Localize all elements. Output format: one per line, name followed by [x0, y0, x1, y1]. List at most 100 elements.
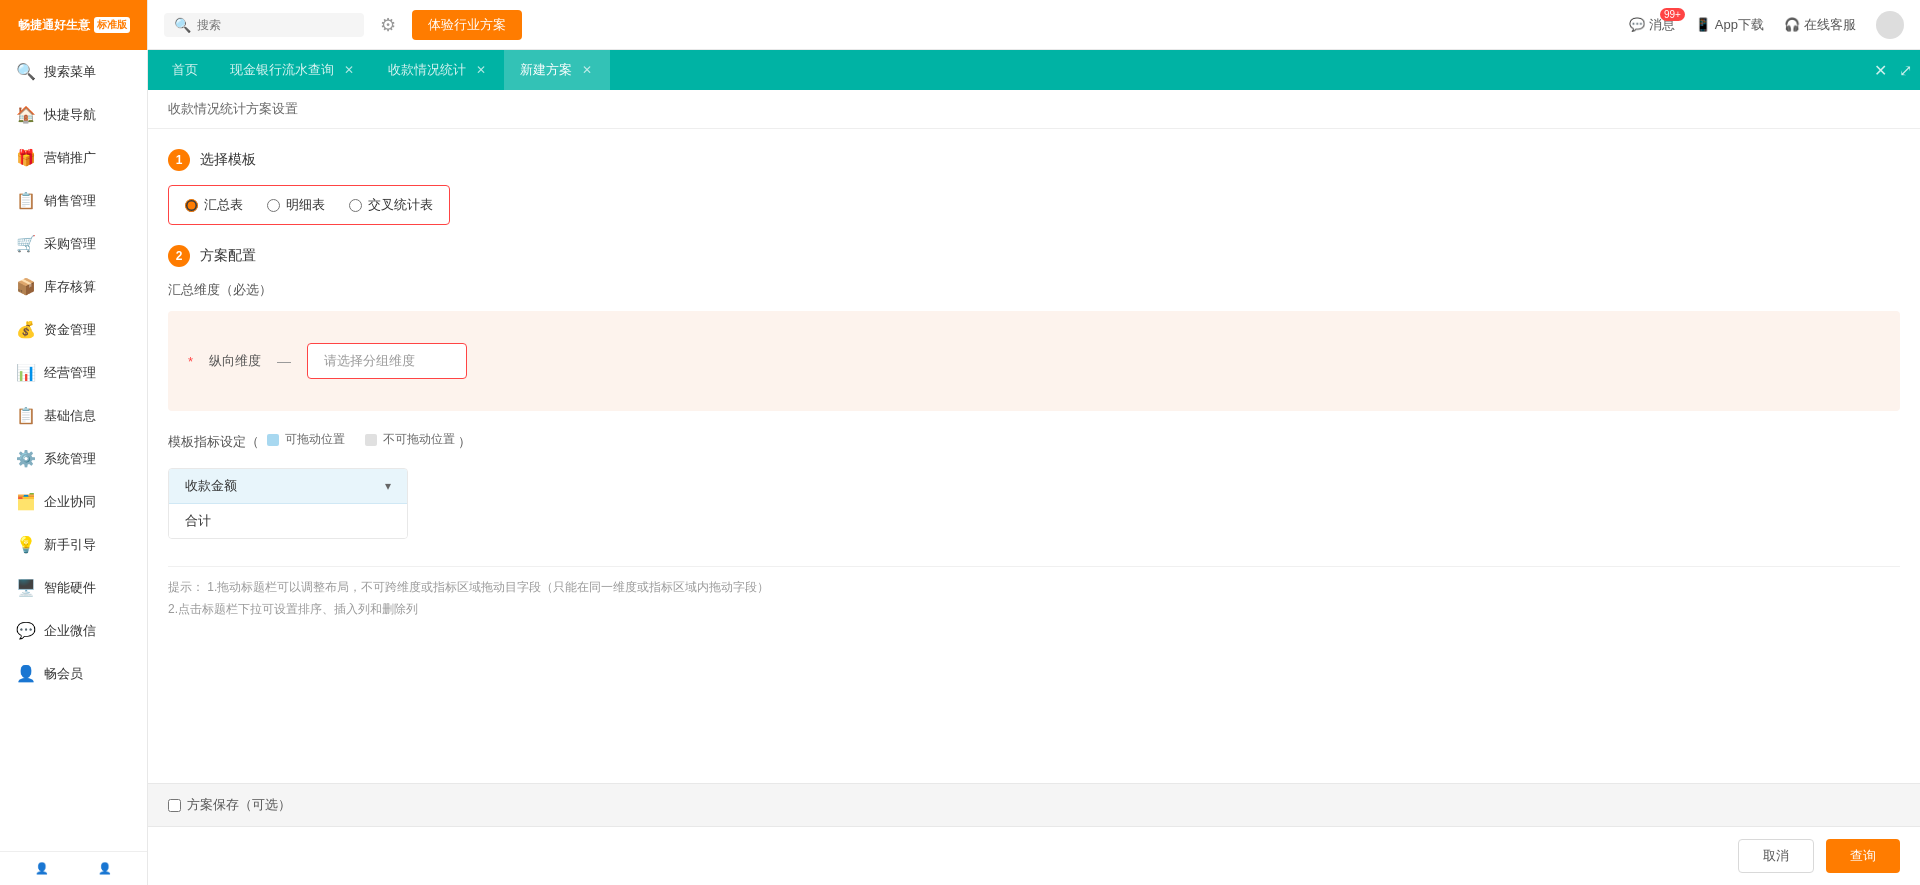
metrics-legend: 可拖动位置 不可拖动位置 — [267, 431, 455, 448]
metrics-header-row[interactable]: 收款金额 ▾ — [169, 469, 407, 504]
metrics-closing-paren: ） — [458, 434, 471, 449]
legend-fixed: 不可拖动位置 — [365, 431, 455, 448]
tab-cash-bank-label: 现金银行流水查询 — [230, 61, 334, 79]
step2-title: 方案配置 — [200, 247, 256, 265]
tab-home[interactable]: 首页 — [156, 50, 214, 90]
tips-section: 提示： 1.拖动标题栏可以调整布局，不可跨维度或指标区域拖动目字段（只能在同一维… — [168, 566, 1900, 630]
radio-summary[interactable]: 汇总表 — [185, 196, 243, 214]
sidebar-bottom: 👤 👤 — [0, 851, 147, 885]
tab-expand-icon[interactable]: ⤢ — [1899, 61, 1912, 80]
radio-summary-input[interactable] — [185, 199, 198, 212]
download-label: App下载 — [1715, 16, 1764, 34]
tab-new-plan-close[interactable]: ✕ — [580, 61, 594, 79]
save-checkbox[interactable] — [168, 799, 181, 812]
metrics-setting-title: 模板指标设定（ 可拖动位置 不可拖动位置 ） — [168, 431, 1900, 456]
sidebar-bottom-user2[interactable]: 👤 — [98, 862, 112, 875]
smart-hardware-icon: 🖥️ — [16, 578, 36, 597]
legend-draggable: 可拖动位置 — [267, 431, 345, 448]
sidebar-item-label: 销售管理 — [44, 192, 96, 210]
radio-detail[interactable]: 明细表 — [267, 196, 325, 214]
sidebar-item-label: 搜索菜单 — [44, 63, 96, 81]
sales-icon: 📋 — [16, 191, 36, 210]
tab-close-all-icon[interactable]: ✕ — [1874, 61, 1887, 80]
trial-btn[interactable]: 体验行业方案 — [412, 10, 522, 40]
sidebar-item-label: 基础信息 — [44, 407, 96, 425]
message-icon: 💬 — [1629, 17, 1645, 32]
tab-new-plan[interactable]: 新建方案 ✕ — [504, 50, 610, 90]
fixed-dot — [365, 434, 377, 446]
sidebar-item-wechat[interactable]: 💬 企业微信 — [0, 609, 147, 652]
radio-summary-label: 汇总表 — [204, 196, 243, 214]
sidebar-item-label: 企业协同 — [44, 493, 96, 511]
main-area: 🔍 ⚙ 体验行业方案 💬 消息 99+ 📱 App下载 🎧 在线客服 首页 — [148, 0, 1920, 885]
step1-number: 1 — [168, 149, 190, 171]
save-label-text: 方案保存（可选） — [187, 796, 291, 814]
search-box[interactable]: 🔍 — [164, 13, 364, 37]
step1-section: 1 选择模板 汇总表 明细表 交叉统计表 — [168, 149, 1900, 225]
radio-cross[interactable]: 交叉统计表 — [349, 196, 433, 214]
sidebar-item-enterprise-coop[interactable]: 🗂️ 企业协同 — [0, 480, 147, 523]
content-card: 1 选择模板 汇总表 明细表 交叉统计表 — [148, 129, 1920, 783]
avatar[interactable] — [1876, 11, 1904, 39]
service-icon-glyph: 🎧 — [1784, 17, 1800, 32]
footer-save: 方案保存（可选） — [148, 783, 1920, 826]
sidebar-bottom-user1[interactable]: 👤 — [35, 862, 49, 875]
logo-badge: 标准版 — [94, 17, 130, 33]
tips-line1: 提示： 1.拖动标题栏可以调整布局，不可跨维度或指标区域拖动目字段（只能在同一维… — [168, 577, 1900, 599]
message-button[interactable]: 💬 消息 99+ — [1629, 16, 1675, 34]
search-menu-icon: 🔍 — [16, 62, 36, 81]
sidebar-item-label: 企业微信 — [44, 622, 96, 640]
topbar-right: 💬 消息 99+ 📱 App下载 🎧 在线客服 — [1629, 11, 1904, 39]
sidebar-item-inventory[interactable]: 📦 库存核算 — [0, 265, 147, 308]
metrics-header-label: 收款金额 — [185, 477, 237, 495]
dim-select[interactable]: 请选择分组维度 — [307, 343, 467, 379]
save-checkbox-label[interactable]: 方案保存（可选） — [168, 796, 291, 814]
tab-cash-bank-close[interactable]: ✕ — [342, 61, 356, 79]
sidebar-item-label: 营销推广 — [44, 149, 96, 167]
sidebar-item-sales[interactable]: 📋 销售管理 — [0, 179, 147, 222]
tab-cash-bank[interactable]: 现金银行流水查询 ✕ — [214, 50, 372, 90]
sidebar-item-label: 资金管理 — [44, 321, 96, 339]
sidebar-item-purchase[interactable]: 🛒 采购管理 — [0, 222, 147, 265]
query-button[interactable]: 查询 — [1826, 839, 1900, 873]
content-area: 收款情况统计方案设置 1 选择模板 汇总表 明细表 — [148, 90, 1920, 885]
gear-icon[interactable]: ⚙ — [380, 14, 396, 36]
tab-home-label: 首页 — [172, 61, 198, 79]
sidebar-item-label: 系统管理 — [44, 450, 96, 468]
sidebar-item-label: 库存核算 — [44, 278, 96, 296]
operations-icon: 📊 — [16, 363, 36, 382]
arrow-icon: — — [277, 353, 291, 369]
chevron-down-icon[interactable]: ▾ — [385, 479, 391, 493]
service-button[interactable]: 🎧 在线客服 — [1784, 16, 1856, 34]
tips-line2: 2.点击标题栏下拉可设置排序、插入列和删除列 — [168, 599, 1900, 621]
sidebar-item-basic-info[interactable]: 📋 基础信息 — [0, 394, 147, 437]
basic-info-icon: 📋 — [16, 406, 36, 425]
sidebar-item-operations[interactable]: 📊 经营管理 — [0, 351, 147, 394]
metrics-total-row: 合计 — [169, 504, 407, 538]
download-button[interactable]: 📱 App下载 — [1695, 16, 1764, 34]
step1-title: 选择模板 — [200, 151, 256, 169]
sidebar-item-finance[interactable]: 💰 资金管理 — [0, 308, 147, 351]
marketing-icon: 🎁 — [16, 148, 36, 167]
dim-row: * 纵向维度 — 请选择分组维度 — [188, 343, 467, 379]
sidebar-item-system[interactable]: ⚙️ 系统管理 — [0, 437, 147, 480]
sidebar-item-member[interactable]: 👤 畅会员 — [0, 652, 147, 695]
tabbar-actions: ✕ ⤢ — [1874, 61, 1912, 80]
breadcrumb: 收款情况统计方案设置 — [168, 101, 298, 116]
summary-dim-label: 汇总维度（必选） — [168, 281, 1900, 299]
sidebar-item-label: 畅会员 — [44, 665, 83, 683]
tab-receipt-stats[interactable]: 收款情况统计 ✕ — [372, 50, 504, 90]
sidebar-item-guide[interactable]: 💡 新手引导 — [0, 523, 147, 566]
metrics-title-text: 模板指标设定（ — [168, 434, 259, 449]
radio-cross-input[interactable] — [349, 199, 362, 212]
tab-receipt-stats-close[interactable]: ✕ — [474, 61, 488, 79]
dim-row-label: 纵向维度 — [209, 352, 261, 370]
cancel-button[interactable]: 取消 — [1738, 839, 1814, 873]
radio-detail-input[interactable] — [267, 199, 280, 212]
metrics-total-label: 合计 — [185, 513, 211, 528]
sidebar-item-smart-hardware[interactable]: 🖥️ 智能硬件 — [0, 566, 147, 609]
search-input[interactable] — [197, 18, 337, 32]
sidebar-item-quick-nav[interactable]: 🏠 快捷导航 — [0, 93, 147, 136]
sidebar-item-marketing[interactable]: 🎁 营销推广 — [0, 136, 147, 179]
sidebar-item-search-menu[interactable]: 🔍 搜索菜单 — [0, 50, 147, 93]
